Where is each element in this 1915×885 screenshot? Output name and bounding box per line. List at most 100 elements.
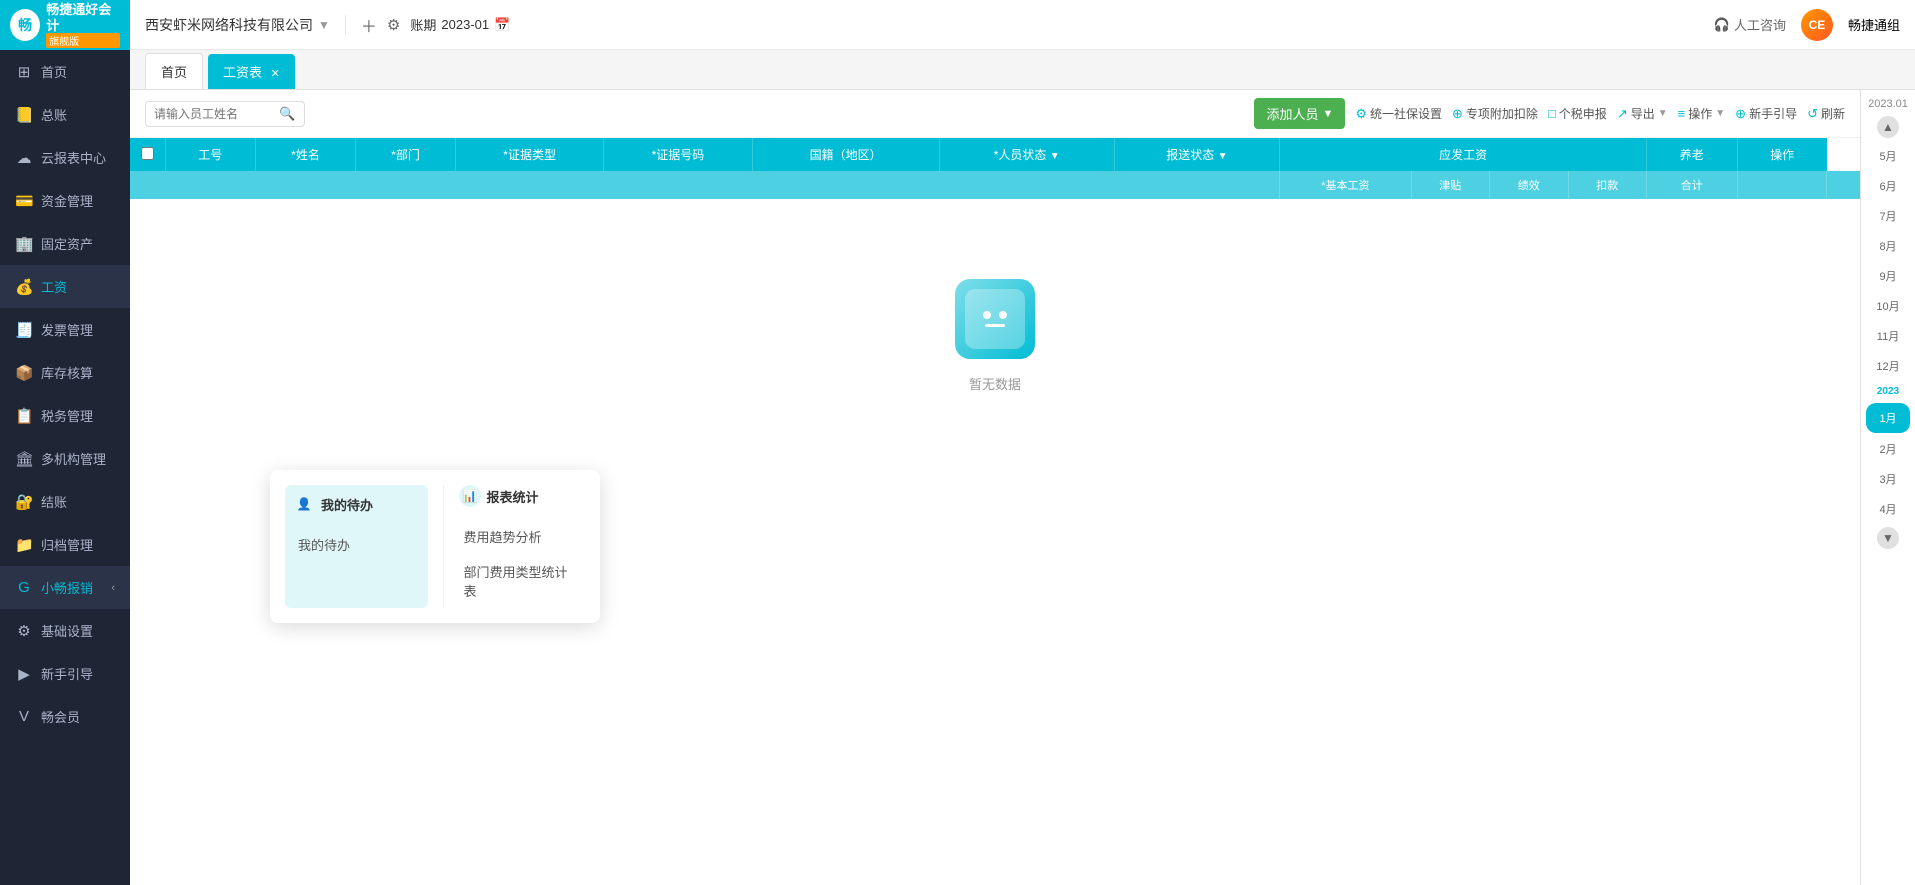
col-id-no: *证据号码 xyxy=(604,138,752,171)
settings-button[interactable]: ⚙ xyxy=(387,16,400,34)
timeline-item-oct[interactable]: 10月 xyxy=(1861,291,1915,321)
closing-icon: 🔐 xyxy=(15,493,33,511)
col-salary-group: 应发工资 xyxy=(1280,138,1647,171)
subcol-total: 合计 xyxy=(1647,171,1738,199)
col-job-no: 工号 xyxy=(165,138,256,171)
tax-report-action[interactable]: □ 个税申报 xyxy=(1548,105,1607,122)
company-selector[interactable]: 西安虾米网络科技有限公司 ▼ xyxy=(145,15,330,35)
dropdown-item-my-pending[interactable]: 我的待办 xyxy=(293,527,420,562)
col-person-type: *人员状态 ▼ xyxy=(939,138,1114,171)
sidebar-item-ledger-label: 总账 xyxy=(41,105,67,124)
tab-close-button[interactable]: ✕ xyxy=(271,68,280,80)
user-avatar: CE xyxy=(1801,9,1833,41)
refresh-action[interactable]: ↺ 刷新 xyxy=(1807,105,1845,122)
col-nationality: 国籍（地区） xyxy=(752,138,939,171)
sidebar-item-invoice[interactable]: 🧾 发票管理 xyxy=(0,308,130,351)
sidebar-item-ledger[interactable]: 📒 总账 xyxy=(0,93,130,136)
calendar-icon: 📅 xyxy=(494,17,510,33)
timeline-panel: 2023.01 ▲ 5月 6月 7月 8月 9月 10月 11月 12月 202… xyxy=(1860,90,1915,885)
timeline-item-nov[interactable]: 11月 xyxy=(1861,321,1915,351)
sidebar-item-basic[interactable]: ⚙ 基础设置 xyxy=(0,609,130,652)
export-action[interactable]: ↗ 导出 ▼ xyxy=(1617,105,1668,122)
timeline-item-mar[interactable]: 3月 xyxy=(1861,464,1915,494)
sidebar-item-salary[interactable]: 💰 工资 xyxy=(0,265,130,308)
robot-face xyxy=(965,289,1025,349)
col-pension: 养老 xyxy=(1647,138,1738,171)
no-data-icon xyxy=(955,279,1035,359)
sidebar-item-guide[interactable]: ▶ 新手引导 xyxy=(0,652,130,695)
tax-icon: 📋 xyxy=(15,407,33,425)
special-deduction-icon: ⊕ xyxy=(1452,106,1463,122)
social-security-action[interactable]: ⚙ 统一社保设置 xyxy=(1355,105,1442,122)
new-guide-action[interactable]: ⊕ 新手引导 xyxy=(1735,105,1797,122)
tab-salary-label: 工资表 xyxy=(223,65,262,80)
member-icon: V xyxy=(15,708,33,725)
export-label: 导出 xyxy=(1631,105,1655,122)
person-type-filter-icon[interactable]: ▼ xyxy=(1050,151,1060,162)
tab-salary-table[interactable]: 工资表 ✕ xyxy=(208,54,295,89)
sidebar-item-fixed-assets[interactable]: 🏢 固定资产 xyxy=(0,222,130,265)
sidebar: 畅 畅捷通好会计 旗舰版 ⊞ 首页 📒 总账 ☁ 云报表中心 💳 资金管理 🏢 … xyxy=(0,0,130,885)
add-person-button[interactable]: 添加人员 ▼ xyxy=(1254,98,1345,129)
timeline-item-sep[interactable]: 9月 xyxy=(1861,261,1915,291)
dropdown-panel: 👤 我的待办 我的待办 📊 报表统计 费用趋势分析 部门费用类型统计表 xyxy=(270,470,600,623)
sidebar-item-guide-label: 新手引导 xyxy=(41,664,93,683)
dropdown-item-expense-trend[interactable]: 费用趋势分析 xyxy=(459,519,586,554)
fund-icon: 💳 xyxy=(15,192,33,210)
table-header-row: 工号 *姓名 *部门 *证据类型 *证据号码 国籍（地区） *人员状态 ▼ 报送… xyxy=(130,138,1860,171)
refresh-label: 刷新 xyxy=(1821,105,1845,122)
add-person-label: 添加人员 xyxy=(1266,104,1318,123)
timeline-item-jul[interactable]: 7月 xyxy=(1861,201,1915,231)
sidebar-item-fixed-label: 固定资产 xyxy=(41,234,93,253)
timeline-item-jan[interactable]: 1月 xyxy=(1866,403,1910,433)
timeline-nav-down[interactable]: ▼ xyxy=(1877,527,1899,549)
company-name: 西安虾米网络科技有限公司 xyxy=(145,15,313,35)
sidebar-item-tax[interactable]: 📋 税务管理 xyxy=(0,394,130,437)
timeline-nav-up[interactable]: ▲ xyxy=(1877,116,1899,138)
timeline-item-apr[interactable]: 4月 xyxy=(1861,494,1915,524)
export-icon: ↗ xyxy=(1617,106,1628,122)
home-icon: ⊞ xyxy=(15,63,33,81)
sidebar-item-closing[interactable]: 🔐 结账 xyxy=(0,480,130,523)
period-label: 账期 xyxy=(410,15,436,34)
dropdown-col-reports: 📊 报表统计 费用趋势分析 部门费用类型统计表 xyxy=(459,485,586,608)
sidebar-item-archive[interactable]: 📁 归档管理 xyxy=(0,523,130,566)
dropdown-item-dept-expense[interactable]: 部门费用类型统计表 xyxy=(459,554,586,608)
col-operations: 操作 xyxy=(1737,138,1827,171)
sidebar-item-closing-label: 结账 xyxy=(41,492,67,511)
sidebar-item-xiaochang[interactable]: G 小畅报销 ‹ xyxy=(0,566,130,609)
reports-header-icon: 📊 xyxy=(459,485,481,507)
timeline-item-aug[interactable]: 8月 xyxy=(1861,231,1915,261)
sidebar-item-cloud-report[interactable]: ☁ 云报表中心 xyxy=(0,136,130,179)
username-label[interactable]: 畅捷通组 xyxy=(1848,15,1900,34)
period-selector[interactable]: 账期 2023-01 📅 xyxy=(410,15,510,34)
sidebar-item-member[interactable]: V 畅会员 xyxy=(0,695,130,738)
timeline-item-feb[interactable]: 2月 xyxy=(1861,434,1915,464)
report-status-filter-icon[interactable]: ▼ xyxy=(1218,151,1228,162)
sidebar-item-multi-org[interactable]: 🏛 多机构管理 xyxy=(0,437,130,480)
timeline-item-dec[interactable]: 12月 xyxy=(1861,351,1915,381)
timeline-item-may[interactable]: 5月 xyxy=(1861,141,1915,171)
operations-action[interactable]: ≡ 操作 ▼ xyxy=(1678,105,1726,122)
new-guide-icon: ⊕ xyxy=(1735,106,1746,122)
guide-icon: ▶ xyxy=(15,665,33,683)
special-deduction-action[interactable]: ⊕ 专项附加扣除 xyxy=(1452,105,1538,122)
logo-sub: 旗舰版 xyxy=(46,33,120,48)
col-checkbox[interactable] xyxy=(130,138,165,171)
add-company-button[interactable]: ＋ xyxy=(361,13,377,37)
search-input[interactable] xyxy=(154,107,274,121)
toolbar-right: 添加人员 ▼ ⚙ 统一社保设置 ⊕ 专项附加扣除 □ 个税申报 xyxy=(1254,98,1845,129)
no-data-text: 暂无数据 xyxy=(969,374,1021,393)
customer-service-button[interactable]: 🎧 人工咨询 xyxy=(1714,15,1786,34)
tab-home[interactable]: 首页 xyxy=(145,53,203,89)
select-all-checkbox[interactable] xyxy=(141,147,154,160)
sidebar-item-fund[interactable]: 💳 资金管理 xyxy=(0,179,130,222)
robot-eye-right xyxy=(999,311,1007,319)
timeline-item-jun[interactable]: 6月 xyxy=(1861,171,1915,201)
topbar-right: 🎧 人工咨询 CE 畅捷通组 xyxy=(1714,9,1900,41)
logo-icon: 畅 xyxy=(10,9,40,41)
sidebar-item-inventory[interactable]: 📦 库存核算 xyxy=(0,351,130,394)
sidebar-item-inventory-label: 库存核算 xyxy=(41,363,93,382)
sidebar-item-home[interactable]: ⊞ 首页 xyxy=(0,50,130,93)
headset-icon: 🎧 xyxy=(1714,17,1730,33)
